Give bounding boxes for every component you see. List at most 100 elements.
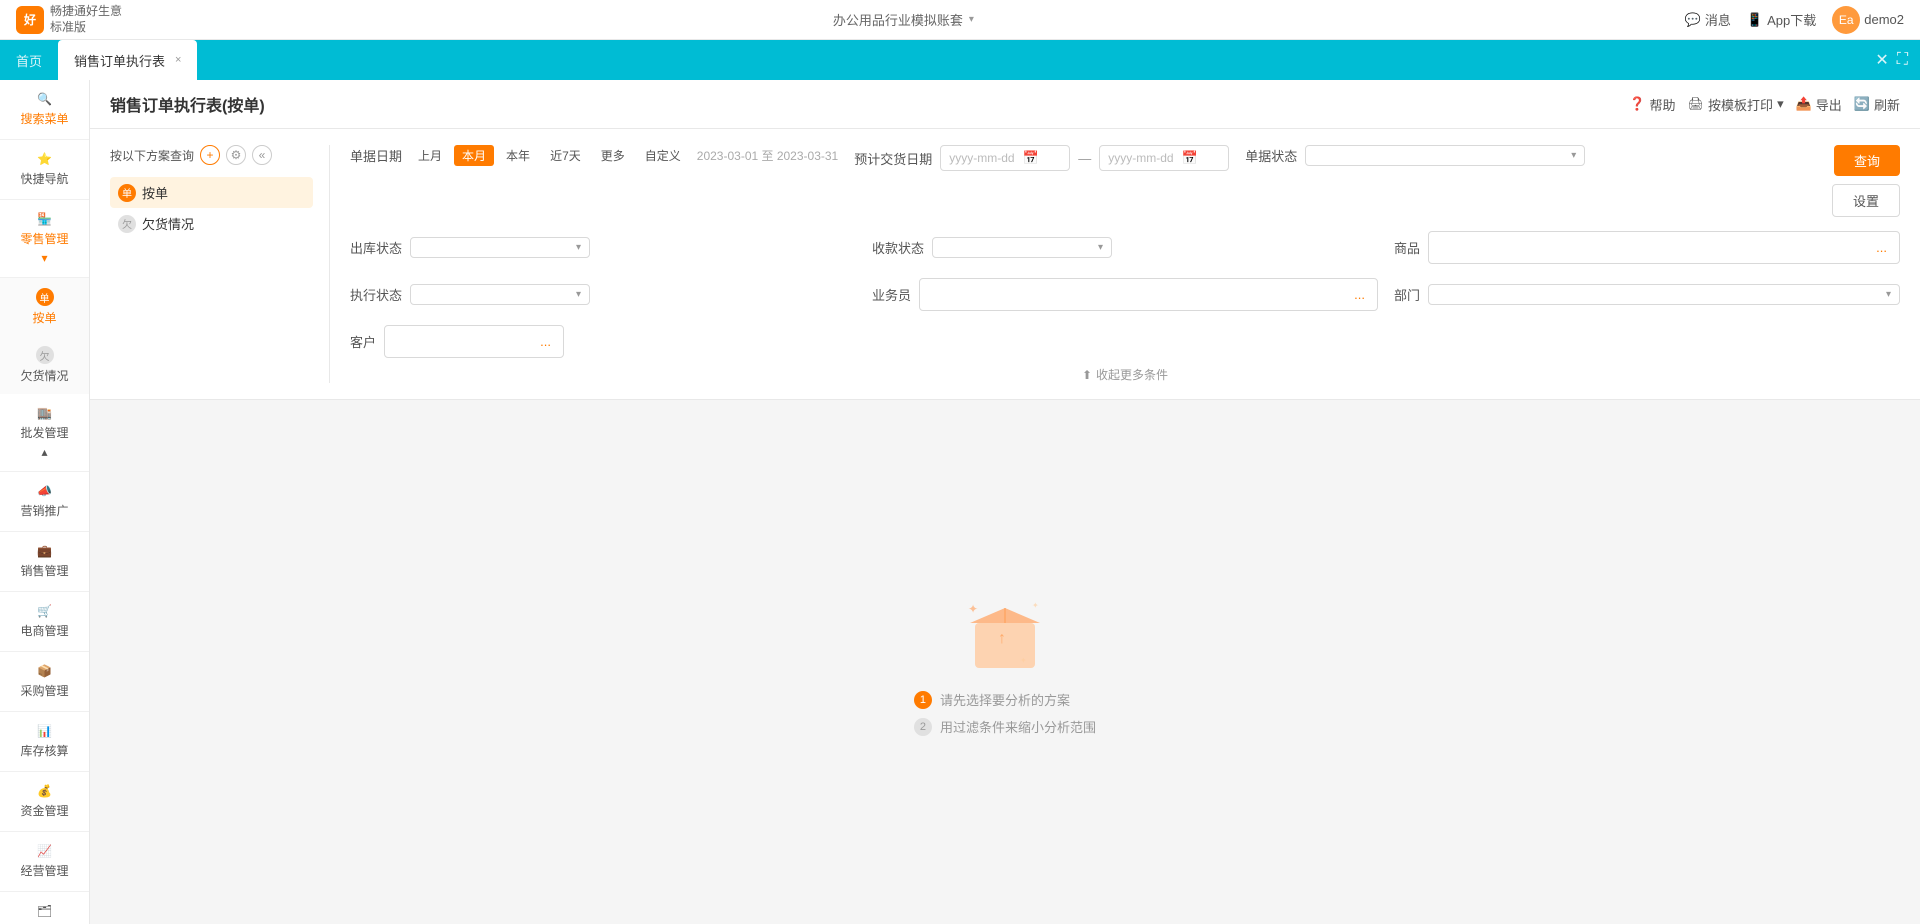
goods-more-btn[interactable]: ... — [1872, 236, 1891, 259]
shipment-status-dropdown[interactable]: ▾ — [410, 237, 590, 258]
step-num-1: 1 — [914, 691, 932, 709]
filter-right: 单据日期 上月 本月 本年 近7天 更多 自定义 2023-03-01 至 20… — [330, 145, 1900, 383]
sidebar-search[interactable]: 🔍 搜索菜单 — [0, 80, 89, 140]
salesperson-more-btn[interactable]: ... — [1350, 283, 1369, 306]
sidebar-sub-item-order[interactable]: 单 按单 — [0, 278, 89, 336]
date-tab-more[interactable]: 更多 — [593, 145, 633, 166]
shipment-dropdown-arrow: ▾ — [576, 242, 581, 253]
inventory-icon: 📊 — [37, 724, 52, 738]
sidebar-item-basic[interactable]: 🗂 基础信息 — [0, 892, 89, 924]
svg-text:✦: ✦ — [1020, 656, 1027, 665]
collapse-conditions-btn[interactable]: ⬆ 收起更多条件 — [1082, 366, 1168, 383]
chevron-up-icon: ▴ — [41, 445, 47, 459]
sidebar-item-finance[interactable]: 💰 资金管理 — [0, 772, 89, 832]
scheme-item-arrears[interactable]: 欠 欠货情况 — [110, 208, 313, 239]
sidebar-item-ecommerce[interactable]: 🛒 电商管理 — [0, 592, 89, 652]
step-num-2: 2 — [914, 718, 932, 736]
user-avatar[interactable]: Ea demo2 — [1832, 6, 1904, 34]
export-btn[interactable]: 📤 导出 — [1796, 95, 1842, 114]
top-center[interactable]: 办公用品行业模拟账套 ▾ — [833, 10, 974, 29]
maximize-icon[interactable]: ⛶ — [1897, 51, 1908, 69]
expected-delivery-start-input[interactable]: yyyy-mm-dd 📅 — [940, 145, 1070, 171]
logo-area: 好 畅捷通好生意 标准版 — [16, 4, 122, 35]
date-separator: — — [1078, 151, 1091, 166]
filter-panel: 按以下方案查询 + ⚙ « 单 按单 欠 欠货情况 — [90, 129, 1920, 400]
date-tab-current-month[interactable]: 本月 — [454, 145, 494, 166]
date-tab-current-year[interactable]: 本年 — [498, 145, 538, 166]
status-dropdown-arrow: ▾ — [1571, 150, 1576, 161]
logo-icon: 好 — [16, 6, 44, 34]
empty-illustration: ✦ ✦ ✦ ↑ — [960, 588, 1050, 678]
calendar-start-icon: 📅 — [1023, 150, 1039, 166]
filter-scheme-selector: 按以下方案查询 + ⚙ « 单 按单 欠 欠货情况 — [110, 145, 330, 383]
payment-status-group: 收款状态 ▾ — [872, 237, 1378, 258]
sidebar-item-wholesale[interactable]: 🏬 批发管理 ▴ — [0, 394, 89, 472]
tab-close-icon[interactable]: × — [175, 54, 181, 66]
date-tab-last7[interactable]: 近7天 — [542, 145, 589, 166]
add-scheme-btn[interactable]: + — [200, 145, 220, 165]
payment-dropdown-arrow: ▾ — [1098, 242, 1103, 253]
department-dropdown[interactable]: ▾ — [1428, 284, 1900, 305]
tab-home[interactable]: 首页 — [0, 40, 58, 80]
status-field-label: 单据状态 — [1245, 146, 1297, 165]
execution-dropdown-arrow: ▾ — [576, 289, 581, 300]
department-group: 部门 ▾ — [1394, 284, 1900, 305]
collapse-row: ⬆ 收起更多条件 — [350, 358, 1900, 383]
query-button[interactable]: 查询 — [1834, 145, 1900, 176]
sidebar-item-inventory[interactable]: 📊 库存核算 — [0, 712, 89, 772]
filter-section: 按以下方案查询 + ⚙ « 单 按单 欠 欠货情况 — [110, 145, 1900, 383]
expected-delivery-end-input[interactable]: yyyy-mm-dd 📅 — [1099, 145, 1229, 171]
tab-sales-order[interactable]: 销售订单执行表 × — [58, 40, 197, 80]
scheme-item-order[interactable]: 单 按单 — [110, 177, 313, 208]
refresh-icon: 🔄 — [1854, 96, 1870, 112]
calendar-end-icon: 📅 — [1182, 150, 1198, 166]
status-dropdown[interactable]: ▾ — [1305, 145, 1585, 166]
help-btn[interactable]: ❓ 帮助 — [1629, 95, 1675, 114]
sidebar-item-retail[interactable]: 🏪 零售管理 ▾ — [0, 200, 89, 278]
scheme-order-icon: 单 — [118, 184, 136, 202]
refresh-btn[interactable]: 🔄 刷新 — [1854, 95, 1900, 114]
date-field-label: 单据日期 — [350, 146, 402, 165]
scheme-settings-btn[interactable]: ⚙ — [226, 145, 246, 165]
basic-icon: 🗂 — [37, 904, 52, 918]
execution-status-dropdown[interactable]: ▾ — [410, 284, 590, 305]
sidebar-sub-item-arrears[interactable]: 欠 欠货情况 — [0, 336, 89, 394]
top-bar-left: 好 畅捷通好生意 标准版 — [16, 4, 122, 35]
sidebar-quick-nav[interactable]: ⭐ 快捷导航 — [0, 140, 89, 200]
collapse-scheme-btn[interactable]: « — [252, 145, 272, 165]
date-tab-custom[interactable]: 自定义 — [637, 145, 689, 166]
sidebar-item-purchase[interactable]: 📦 采购管理 — [0, 652, 89, 712]
sidebar-item-sales[interactable]: 💼 销售管理 — [0, 532, 89, 592]
page-title: 销售订单执行表(按单) — [110, 92, 265, 128]
message-icon: 💬 — [1685, 12, 1701, 28]
customer-input[interactable]: ... — [384, 325, 564, 358]
top-center-dropdown-icon[interactable]: ▾ — [969, 14, 974, 25]
filter-left-header: 按以下方案查询 + ⚙ « — [110, 145, 313, 165]
template-print-btn[interactable]: 🖨 按模板打印 ▾ — [1688, 95, 1784, 114]
execution-status-group: 执行状态 ▾ — [350, 284, 856, 305]
salesperson-input[interactable]: ... — [919, 278, 1378, 311]
payment-status-dropdown[interactable]: ▾ — [932, 237, 1112, 258]
sidebar-item-marketing[interactable]: 📣 营销推广 — [0, 472, 89, 532]
shipment-status-group: 出库状态 ▾ — [350, 237, 856, 258]
filter-row-3: 执行状态 ▾ 业务员 ... — [350, 278, 1900, 311]
customer-label: 客户 — [350, 332, 376, 351]
empty-steps: 1 请先选择要分析的方案 2 用过滤条件来缩小分析范围 — [914, 690, 1096, 736]
marketing-icon: 📣 — [37, 484, 52, 498]
messages-btn[interactable]: 💬 消息 — [1685, 10, 1731, 29]
app-download-btn[interactable]: 📱 App下载 — [1747, 10, 1816, 29]
goods-group: 商品 ... — [1394, 231, 1900, 264]
date-tab-last-month[interactable]: 上月 — [410, 145, 450, 166]
empty-box-svg: ✦ ✦ ✦ ↑ — [960, 588, 1050, 678]
sidebar-item-operations[interactable]: 📈 经营管理 — [0, 832, 89, 892]
customer-more-btn[interactable]: ... — [536, 330, 555, 353]
order-icon: 单 — [36, 288, 54, 306]
date-range-text: 2023-03-01 至 2023-03-31 — [697, 147, 838, 164]
close-window-icon[interactable]: ✕ — [1875, 50, 1888, 70]
empty-step-1: 1 请先选择要分析的方案 — [914, 690, 1096, 709]
print-icon: 🖨 — [1688, 96, 1705, 112]
finance-icon: 💰 — [37, 784, 52, 798]
settings-button[interactable]: 设置 — [1832, 184, 1900, 217]
goods-input[interactable]: ... — [1428, 231, 1900, 264]
execution-status-label: 执行状态 — [350, 285, 402, 304]
